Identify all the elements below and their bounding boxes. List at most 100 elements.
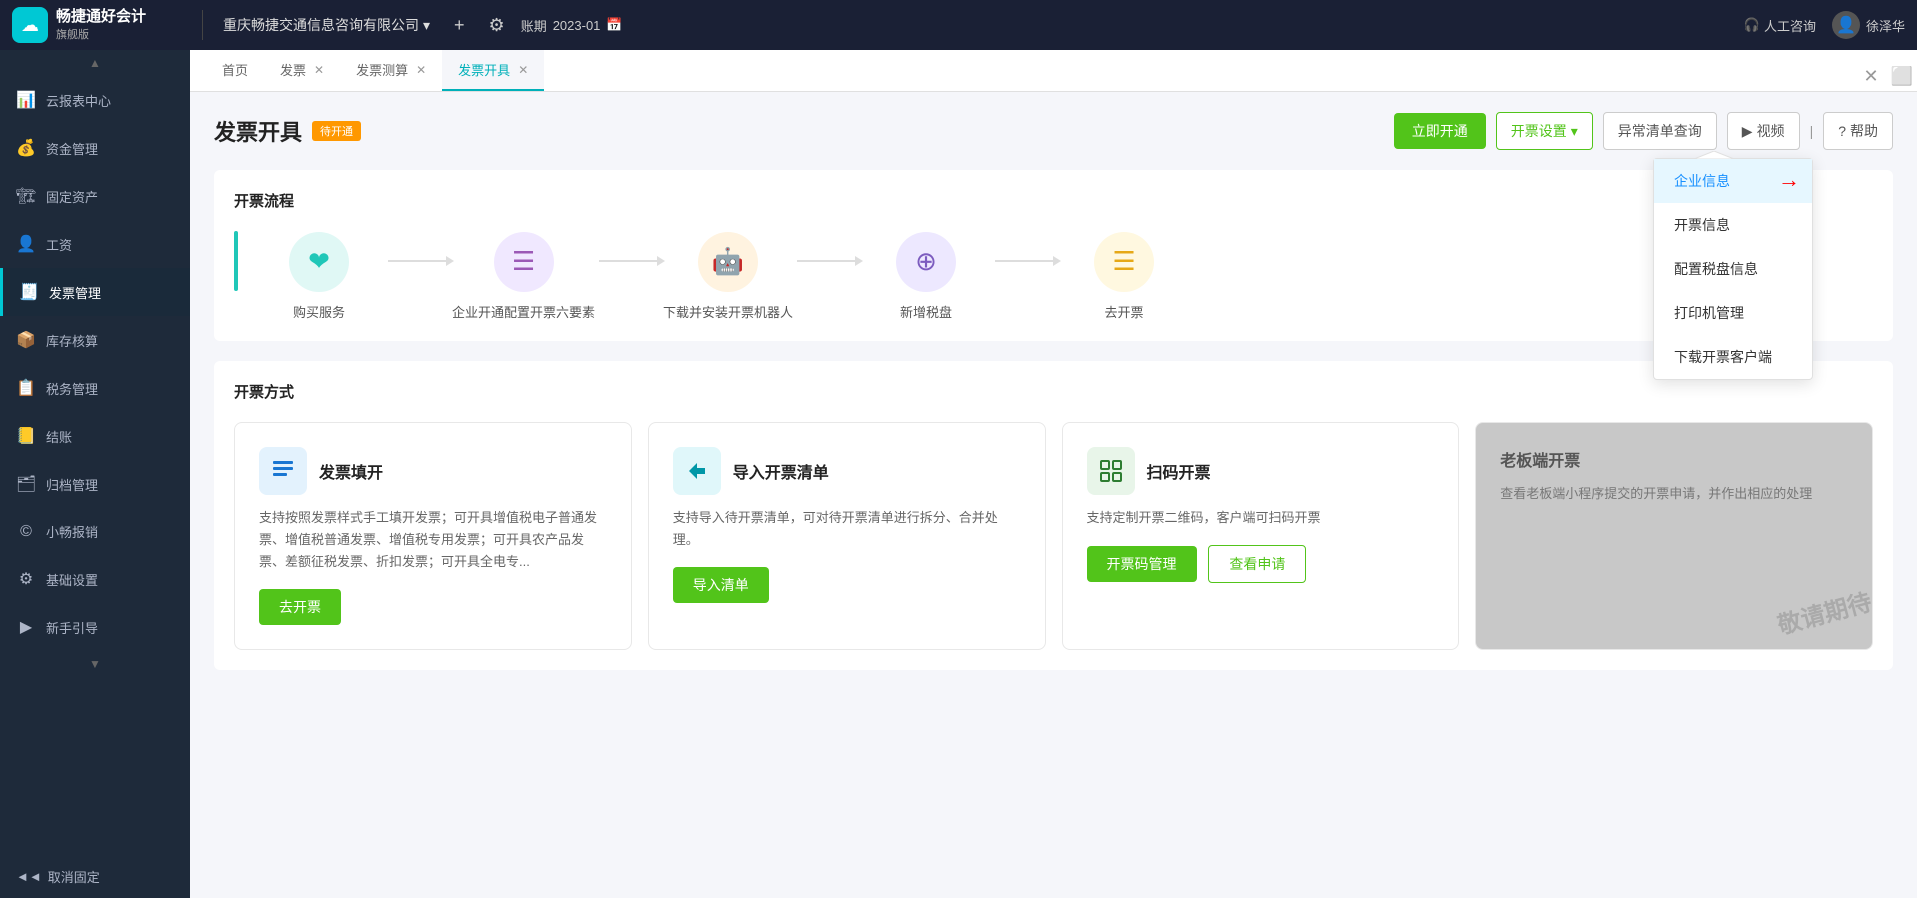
sidebar-item-xinshouyindao[interactable]: ▶ 新手引导 (0, 603, 190, 651)
method-fill-btn[interactable]: 去开票 (259, 589, 341, 625)
tab-fapiaocesuan-close[interactable]: ✕ (416, 63, 426, 77)
separator: | (1810, 123, 1814, 139)
step-5-icon: ☰ (1094, 232, 1154, 292)
flow-left-bar (234, 231, 238, 291)
page-content: 发票开具 待开通 立即开通 开票设置 ▾ 异常清单查询 ▶ 视频 (190, 92, 1917, 898)
top-divider (202, 10, 203, 40)
service-button[interactable]: 🎧 人工咨询 (1744, 16, 1816, 35)
method-boss-header: 老板端开票 (1500, 447, 1848, 471)
tab-home[interactable]: 首页 (206, 50, 264, 91)
method-fill-icon (259, 447, 307, 495)
step-4-label: 新增税盘 (900, 302, 952, 321)
flow-title: 开票流程 (234, 190, 1873, 211)
activate-button[interactable]: 立即开通 (1394, 113, 1486, 149)
sidebar-item-guidang[interactable]: 🗂 归档管理 (0, 460, 190, 508)
fapiao-icon: 🧾 (19, 282, 39, 302)
abnormal-button[interactable]: 异常清单查询 (1603, 112, 1717, 150)
help-button[interactable]: ? 帮助 (1823, 112, 1893, 150)
overlay-text: 敬请期待 (1773, 582, 1873, 641)
company-selector[interactable]: 重庆畅捷交通信息咨询有限公司 ▾ (223, 15, 430, 35)
calendar-icon[interactable]: 📅 (606, 17, 622, 33)
step-4-icon: ⊕ (896, 232, 956, 292)
dropdown-arrow-icon: ▾ (1571, 123, 1578, 140)
step-3-icon: 🤖 (698, 232, 758, 292)
method-card-scan: 扫码开票 支持定制开票二维码，客户端可扫码开票 开票码管理 查看申请 (1062, 422, 1460, 650)
guidang-icon: 🗂 (16, 474, 36, 494)
sidebar-item-shuiwu[interactable]: 📋 税务管理 (0, 364, 190, 412)
settings-icon[interactable]: ⚙ (489, 15, 505, 36)
flow-connector-2 (599, 260, 659, 262)
sidebar-item-jiezhang[interactable]: 📒 结账 (0, 412, 190, 460)
user-name: 徐泽华 (1866, 16, 1905, 35)
tab-fapiao[interactable]: 发票 ✕ (264, 50, 340, 91)
sidebar-item-jichushezhi[interactable]: ⚙ 基础设置 (0, 555, 190, 603)
sidebar-item-yunbao[interactable]: 📊 云报表中心 (0, 76, 190, 124)
maximize-icon[interactable]: ⬜ (1887, 62, 1917, 91)
sidebar-item-label: 库存核算 (46, 331, 98, 350)
video-button[interactable]: ▶ 视频 (1727, 112, 1800, 150)
sidebar-item-label: 小畅报销 (46, 522, 98, 541)
flow-step-2: ☰ 企业开通配置开票六要素 (452, 232, 595, 321)
tab-fapiaocesuan[interactable]: 发票测算 ✕ (340, 50, 442, 91)
help-icon: ? (1838, 123, 1846, 139)
sidebar: ▲ 📊 云报表中心 💰 资金管理 🏗 固定资产 👤 工资 🧾 发票管理 (0, 50, 190, 898)
sidebar-item-gongzi[interactable]: 👤 工资 (0, 220, 190, 268)
page-header: 发票开具 待开通 立即开通 开票设置 ▾ 异常清单查询 ▶ 视频 (214, 112, 1893, 150)
settings-button[interactable]: 开票设置 ▾ (1496, 112, 1593, 150)
dropdown-item-dayinji[interactable]: 打印机管理 (1654, 291, 1812, 335)
sidebar-item-label: 资金管理 (46, 139, 98, 158)
settings-dropdown: 企业信息 → 开票信息 配置税盘信息 打印机管理 (1653, 158, 1813, 380)
dropdown-item-peizhi[interactable]: 配置税盘信息 (1654, 247, 1812, 291)
sidebar-item-zijin[interactable]: 💰 资金管理 (0, 124, 190, 172)
tab-fapiao-close[interactable]: ✕ (314, 63, 324, 77)
cancel-fixed-button[interactable]: ◄◄ 取消固定 (0, 855, 190, 898)
sidebar-item-label: 归档管理 (46, 475, 98, 494)
app-title: 畅捷通好会计 (56, 8, 146, 26)
flow-step-4: ⊕ 新增税盘 (861, 232, 991, 321)
dropdown-item-xiazai[interactable]: 下载开票客户端 (1654, 335, 1812, 379)
user-area[interactable]: 👤 徐泽华 (1832, 11, 1905, 39)
sidebar-item-kucun[interactable]: 📦 库存核算 (0, 316, 190, 364)
logo-text-area: 畅捷通好会计 旗舰版 (56, 8, 146, 42)
step-3-label: 下载并安装开票机器人 (663, 302, 793, 321)
play-circle-icon: ▶ (1742, 123, 1753, 140)
settings-label: 开票设置 (1511, 121, 1567, 141)
methods-title: 开票方式 (234, 381, 1873, 402)
status-badge: 待开通 (312, 121, 361, 141)
sidebar-item-fapiao[interactable]: 🧾 发票管理 (0, 268, 190, 316)
flow-steps: ❤ 购买服务 ☰ 企业开通配置开票六要素 🤖 下载并安装开票机器人 (234, 231, 1873, 321)
method-import-btn[interactable]: 导入清单 (673, 567, 769, 603)
sidebar-item-xiaochang[interactable]: © 小畅报销 (0, 508, 190, 555)
headset-icon: 🎧 (1744, 17, 1760, 33)
tab-fapiaokaiqu-close[interactable]: ✕ (518, 63, 528, 77)
method-scan-btn1[interactable]: 开票码管理 (1087, 546, 1197, 582)
sidebar-scroll-down[interactable]: ▼ (0, 651, 190, 677)
chevron-down-icon: ▾ (423, 17, 430, 34)
step-1-label: 购买服务 (293, 302, 345, 321)
sidebar-item-label: 工资 (46, 235, 72, 254)
dropdown-item-kaipiao[interactable]: 开票信息 (1654, 203, 1812, 247)
method-scan-btn2[interactable]: 查看申请 (1208, 545, 1306, 583)
tab-fapiaokaiqu[interactable]: 发票开具 ✕ (442, 50, 544, 91)
cancel-icon: ◄◄ (16, 869, 42, 884)
flow-step-3: 🤖 下载并安装开票机器人 (663, 232, 793, 321)
sidebar-item-gudingzichan[interactable]: 🏗 固定资产 (0, 172, 190, 220)
add-button[interactable]: + (446, 11, 473, 40)
period-area: 账期 2023-01 📅 (521, 16, 623, 35)
jichushezhi-icon: ⚙ (16, 569, 36, 589)
app-wrapper: ☁ 畅捷通好会计 旗舰版 重庆畅捷交通信息咨询有限公司 ▾ + ⚙ 账期 202… (0, 0, 1917, 898)
flow-connector-3 (797, 260, 857, 262)
main-area: ▲ 📊 云报表中心 💰 资金管理 🏗 固定资产 👤 工资 🧾 发票管理 (0, 50, 1917, 898)
user-avatar: 👤 (1832, 11, 1860, 39)
logo-area: ☁ 畅捷通好会计 旗舰版 (12, 7, 182, 43)
sidebar-item-label: 结账 (46, 427, 72, 446)
close-window-icon[interactable]: ✕ (1859, 62, 1882, 91)
step-5-label: 去开票 (1105, 302, 1144, 321)
method-fill-title: 发票填开 (319, 459, 383, 483)
kucun-icon: 📦 (16, 330, 36, 350)
dropdown-item-qiye[interactable]: 企业信息 → (1654, 159, 1812, 203)
tab-fapiaokaiqu-label: 发票开具 (458, 60, 510, 79)
sidebar-scroll-up[interactable]: ▲ (0, 50, 190, 76)
step-2-icon: ☰ (494, 232, 554, 292)
method-import-header: 导入开票清单 (673, 447, 1021, 495)
